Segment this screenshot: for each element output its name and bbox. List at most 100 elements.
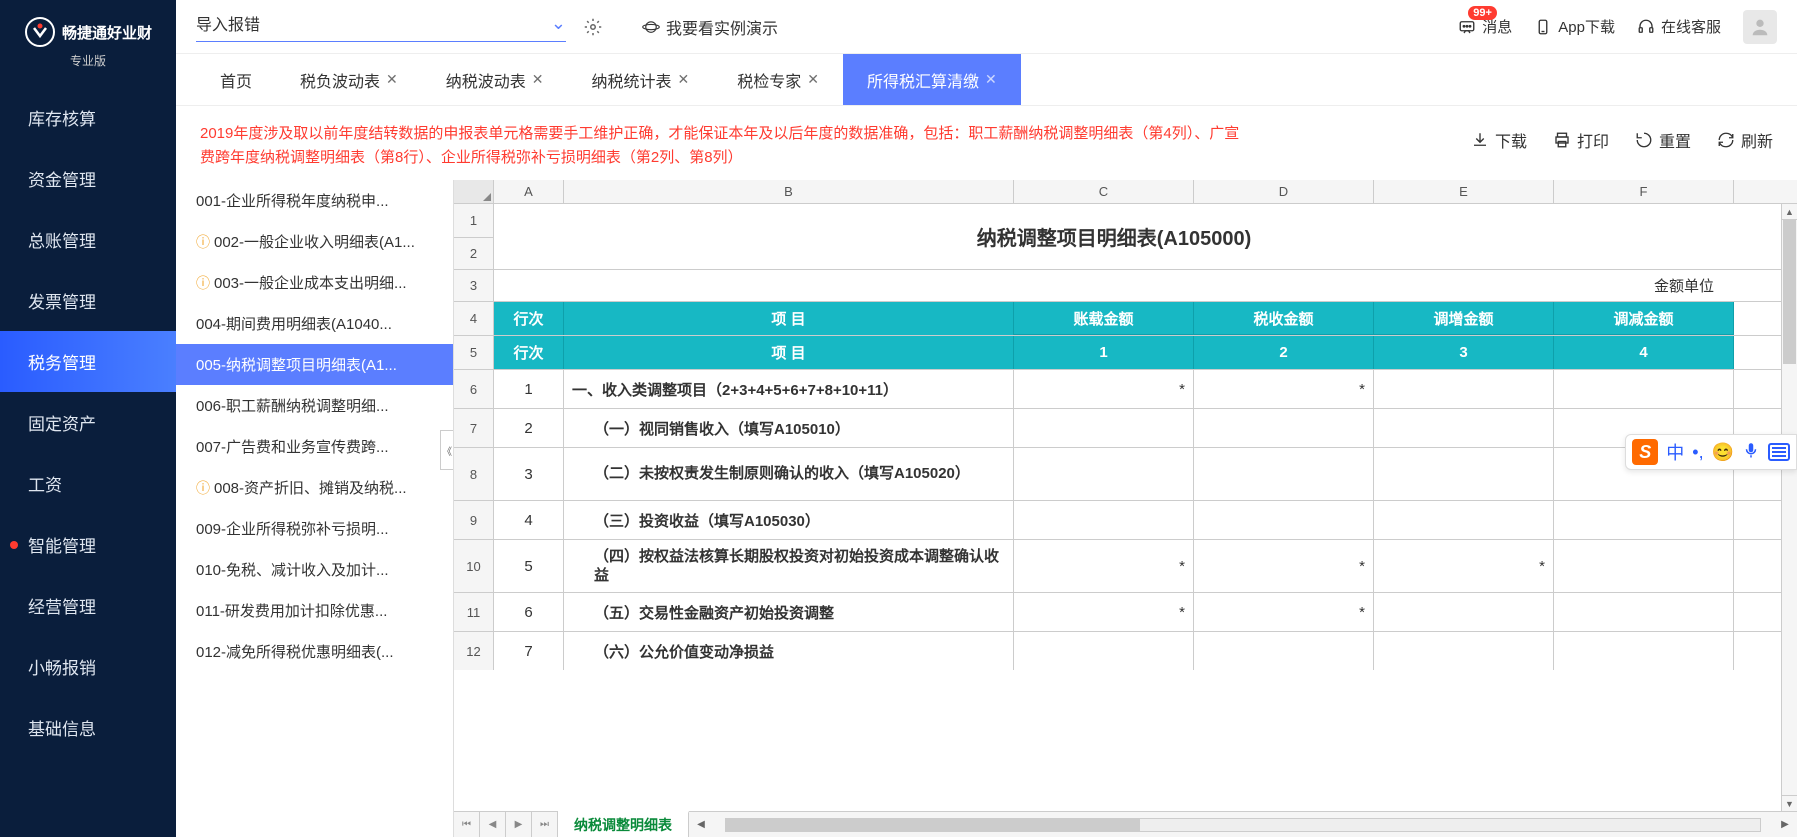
row-header-2[interactable]: 2	[454, 237, 494, 270]
form-item-001[interactable]: 001-企业所得税年度纳税申...	[176, 180, 453, 221]
cell[interactable]	[1554, 501, 1734, 539]
tab-tax-burden[interactable]: 税负波动表✕	[276, 54, 422, 105]
cell[interactable]: *	[1194, 593, 1374, 631]
cell[interactable]: *	[1194, 540, 1374, 592]
nav-invoice[interactable]: 发票管理	[0, 270, 176, 331]
cell[interactable]	[1374, 370, 1554, 408]
nav-inventory[interactable]: 库存核算	[0, 87, 176, 148]
form-item-007[interactable]: 007-广告费和业务宣传费跨...	[176, 426, 453, 467]
cell[interactable]: 6	[494, 593, 564, 631]
nav-operation[interactable]: 经营管理	[0, 575, 176, 636]
cell[interactable]	[1014, 448, 1194, 500]
cell[interactable]: *	[1374, 540, 1554, 592]
sheet-tab[interactable]: 纳税调整明细表	[558, 811, 689, 837]
form-item-009[interactable]: 009-企业所得税弥补亏损明...	[176, 508, 453, 549]
col-header-F[interactable]: F	[1554, 180, 1734, 203]
tab-tax-payment[interactable]: 纳税波动表✕	[422, 54, 568, 105]
tab-tax-stats[interactable]: 纳税统计表✕	[568, 54, 714, 105]
tab-income-tax-settlement[interactable]: 所得税汇算清缴✕	[843, 54, 1021, 105]
ime-lang[interactable]: 中	[1666, 439, 1684, 465]
reset-button[interactable]: 重置	[1635, 128, 1691, 152]
cell[interactable]	[1014, 501, 1194, 539]
cell[interactable]: （三）投资收益（填写A105030）	[564, 501, 1014, 539]
cell[interactable]	[1554, 632, 1734, 670]
col-header-E[interactable]: E	[1374, 180, 1554, 203]
row-header-5[interactable]: 5	[454, 336, 494, 369]
close-icon[interactable]: ✕	[678, 71, 690, 88]
ime-mic-icon[interactable]	[1742, 441, 1760, 464]
form-item-003[interactable]: ⓘ003-一般企业成本支出明细...	[176, 262, 453, 303]
cell[interactable]	[1194, 501, 1374, 539]
hscroll-track[interactable]	[725, 818, 1761, 832]
form-item-006[interactable]: 006-职工薪酬纳税调整明细...	[176, 385, 453, 426]
cell[interactable]	[1374, 593, 1554, 631]
ime-emoji-icon[interactable]: 😊	[1712, 442, 1734, 463]
scroll-thumb[interactable]	[1783, 220, 1796, 364]
nav-ledger[interactable]: 总账管理	[0, 209, 176, 270]
select-all-corner[interactable]	[454, 180, 494, 203]
nav-expense[interactable]: 小畅报销	[0, 636, 176, 697]
nav-smart[interactable]: 智能管理	[0, 514, 176, 575]
row-header-11[interactable]: 11	[454, 593, 494, 631]
row-header-1[interactable]: 1	[454, 204, 494, 237]
row-header-7[interactable]: 7	[454, 409, 494, 447]
row-header-6[interactable]: 6	[454, 370, 494, 408]
cell[interactable]	[1194, 409, 1374, 447]
close-icon[interactable]: ✕	[985, 71, 997, 88]
scroll-up-icon[interactable]: ▲	[1782, 204, 1797, 220]
tab-home[interactable]: 首页	[196, 54, 276, 105]
row-header-12[interactable]: 12	[454, 632, 494, 670]
cell[interactable]: 3	[494, 448, 564, 500]
cell[interactable]: （一）视同销售收入（填写A105010）	[564, 409, 1014, 447]
vertical-scrollbar[interactable]: ▲ ▼	[1781, 204, 1797, 811]
row-header-3[interactable]: 3	[454, 270, 494, 301]
download-button[interactable]: 下载	[1471, 128, 1527, 152]
collapse-panel-button[interactable]: 《	[440, 430, 454, 470]
app-download-button[interactable]: App下载	[1534, 16, 1615, 37]
cell[interactable]: *	[1014, 370, 1194, 408]
close-icon[interactable]: ✕	[386, 71, 398, 88]
ime-toolbar[interactable]: S 中 •, 😊	[1625, 434, 1797, 470]
cell[interactable]: *	[1014, 593, 1194, 631]
cell[interactable]: （五）交易性金融资产初始投资调整	[564, 593, 1014, 631]
sheet-nav-last[interactable]: ⏭	[532, 812, 558, 837]
scroll-down-icon[interactable]: ▼	[1782, 795, 1797, 811]
cell[interactable]: *	[1014, 540, 1194, 592]
customer-service-button[interactable]: 在线客服	[1637, 16, 1721, 37]
settings-button[interactable]	[584, 18, 602, 36]
ime-keyboard-icon[interactable]	[1768, 443, 1790, 461]
col-header-C[interactable]: C	[1014, 180, 1194, 203]
cell[interactable]	[1374, 409, 1554, 447]
form-item-004[interactable]: 004-期间费用明细表(A1040...	[176, 303, 453, 344]
hscroll-thumb[interactable]	[726, 819, 1140, 831]
nav-funds[interactable]: 资金管理	[0, 148, 176, 209]
cell[interactable]	[1554, 540, 1734, 592]
col-header-A[interactable]: A	[494, 180, 564, 203]
cell[interactable]	[1194, 632, 1374, 670]
nav-tax[interactable]: 税务管理	[0, 331, 176, 392]
form-item-012[interactable]: 012-减免所得税优惠明细表(...	[176, 631, 453, 672]
cell[interactable]	[1374, 632, 1554, 670]
refresh-button[interactable]: 刷新	[1717, 128, 1773, 152]
scroll-left-icon[interactable]: ◀	[693, 817, 709, 833]
close-icon[interactable]: ✕	[532, 71, 544, 88]
form-item-011[interactable]: 011-研发费用加计扣除优惠...	[176, 590, 453, 631]
cell[interactable]: （二）未按权责发生制原则确认的收入（填写A105020）	[564, 448, 1014, 500]
sheet-nav-first[interactable]: ⏮	[454, 812, 480, 837]
cell[interactable]: 2	[494, 409, 564, 447]
cell[interactable]: （四）按权益法核算长期股权投资对初始投资成本调整确认收益	[564, 540, 1014, 592]
print-button[interactable]: 打印	[1553, 128, 1609, 152]
horizontal-scrollbar[interactable]: ◀ ▶	[689, 812, 1797, 837]
cell[interactable]	[1194, 448, 1374, 500]
cell[interactable]: 4	[494, 501, 564, 539]
cell[interactable]: （六）公允价值变动净损益	[564, 632, 1014, 670]
scroll-right-icon[interactable]: ▶	[1777, 817, 1793, 833]
row-header-8[interactable]: 8	[454, 448, 494, 500]
form-item-008[interactable]: ⓘ008-资产折旧、摊销及纳税...	[176, 467, 453, 508]
scroll-track[interactable]	[1782, 220, 1797, 795]
form-item-002[interactable]: ⓘ002-一般企业收入明细表(A1...	[176, 221, 453, 262]
cell[interactable]: 1	[494, 370, 564, 408]
cell[interactable]	[1014, 409, 1194, 447]
row-header-10[interactable]: 10	[454, 540, 494, 592]
sheet-nav-next[interactable]: ▶	[506, 812, 532, 837]
